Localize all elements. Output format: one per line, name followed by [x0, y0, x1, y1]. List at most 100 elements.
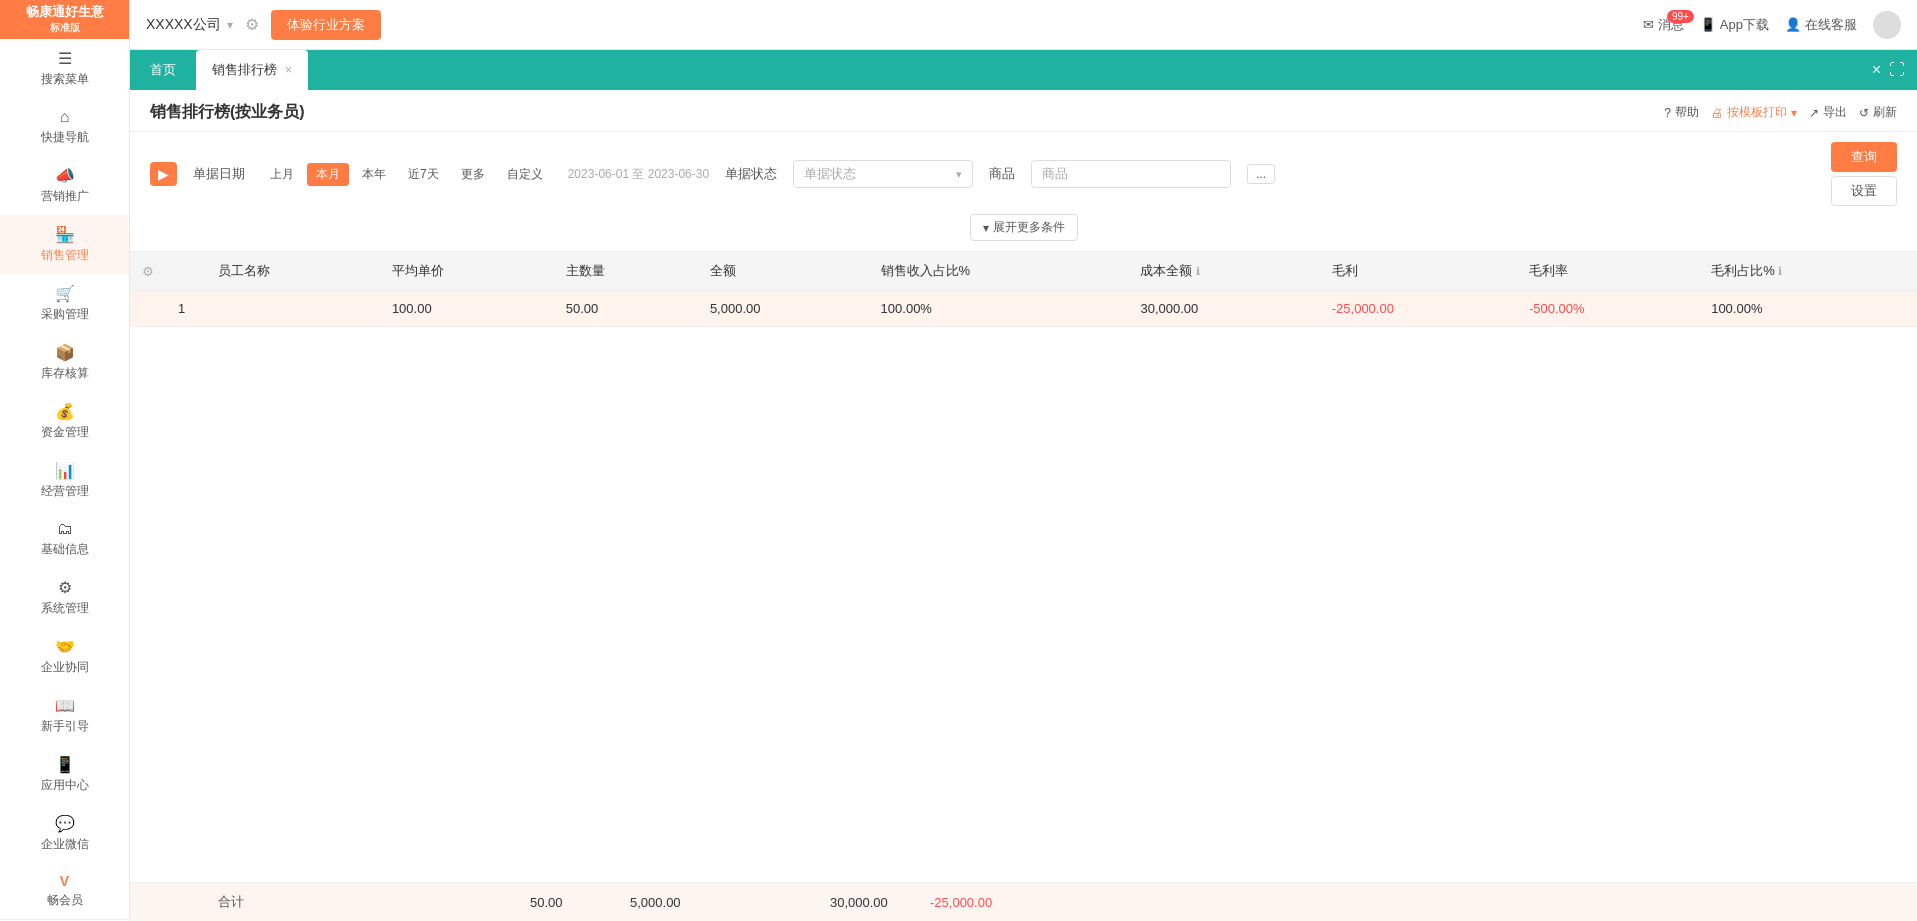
table-header: ⚙ 员工名称 平均单价 主数量 全额: [130, 252, 1917, 291]
user-avatar[interactable]: [1873, 11, 1901, 39]
help-button[interactable]: ? 帮助: [1664, 104, 1699, 121]
data-table: ⚙ 员工名称 平均单价 主数量 全额: [130, 252, 1917, 327]
th-rank: [166, 252, 206, 291]
sidebar-item-member[interactable]: V 畅会员: [0, 863, 129, 919]
page-header: 销售排行榜(按业务员) ? 帮助 🖨 按模板打印 ▾ ↗ 导出 ↺ 刷新: [130, 90, 1917, 132]
date-btn-more[interactable]: 更多: [452, 163, 494, 186]
tab-sales-ranking[interactable]: 销售排行榜 ×: [196, 50, 308, 90]
refresh-button[interactable]: ↺ 刷新: [1859, 104, 1897, 121]
app-center-icon: 📱: [55, 755, 75, 774]
settings-button[interactable]: 设置: [1831, 176, 1897, 206]
date-btn-current-month[interactable]: 本月: [307, 163, 349, 186]
refresh-icon: ↺: [1859, 106, 1869, 120]
sidebar-item-label: 基础信息: [41, 541, 89, 558]
th-gross-rate: 毛利率: [1517, 252, 1699, 291]
sidebar-item-enterprise[interactable]: 🤝 企业协同: [0, 627, 129, 686]
logo-title: 畅康通好生意: [26, 4, 104, 21]
query-button[interactable]: 查询: [1831, 142, 1897, 172]
tab-maximize-icon[interactable]: ⛶: [1889, 61, 1905, 79]
filter-row: ▶ 单据日期 上月 本月 本年 近7天 更多 自定义 2023-06-01 至 …: [150, 142, 1897, 206]
message-button[interactable]: ✉ 消息 99+: [1643, 16, 1684, 34]
date-btn-this-year[interactable]: 本年: [353, 163, 395, 186]
date-btn-last-month[interactable]: 上月: [261, 163, 303, 186]
filter-expand-row: ▾ 展开更多条件: [150, 214, 1897, 241]
sidebar-item-label: 畅会员: [47, 892, 83, 909]
sidebar-item-label: 搜索菜单: [41, 71, 89, 88]
topbar-settings-icon[interactable]: ⚙: [245, 15, 259, 34]
sidebar-item-app-center[interactable]: 📱 应用中心: [0, 745, 129, 804]
status-select-value: 单据状态: [804, 165, 856, 183]
th-gross-pct: 毛利占比% ℹ: [1699, 252, 1917, 291]
sidebar: 畅康通好生意 标准版 ☰ 搜索菜单 ⌂ 快捷导航 📣 营销推广 🏪 销售管理 🛒…: [0, 0, 130, 921]
td-amount: 5,000.00: [698, 291, 869, 327]
tab-home[interactable]: 首页: [130, 50, 196, 90]
filter-expand-arrow[interactable]: ▶: [150, 162, 177, 186]
sidebar-item-label: 资金管理: [41, 424, 89, 441]
sales-icon: 🏪: [55, 225, 75, 244]
page-actions: ? 帮助 🖨 按模板打印 ▾ ↗ 导出 ↺ 刷新: [1664, 104, 1897, 121]
expand-conditions-btn[interactable]: ▾ 展开更多条件: [970, 214, 1078, 241]
export-button[interactable]: ↗ 导出: [1809, 104, 1847, 121]
topbar-right: ✉ 消息 99+ 📱 App下载 👤 在线客服: [1643, 11, 1901, 39]
date-btn-custom[interactable]: 自定义: [498, 163, 552, 186]
enterprise-icon: 🤝: [55, 637, 75, 656]
goods-input[interactable]: 商品: [1031, 160, 1231, 188]
sidebar-item-search-order[interactable]: ☰ 搜索菜单: [0, 39, 129, 98]
print-button[interactable]: 🖨 按模板打印 ▾: [1711, 104, 1797, 121]
sidebar-item-label: 新手引导: [41, 718, 89, 735]
sidebar-item-marketing[interactable]: 📣 营销推广: [0, 156, 129, 215]
sidebar-item-quick-nav[interactable]: ⌂ 快捷导航: [0, 98, 129, 156]
company-chevron-icon: ▾: [227, 18, 233, 32]
sidebar-item-system[interactable]: ⚙ 系统管理: [0, 568, 129, 627]
help-icon: ?: [1664, 106, 1671, 120]
message-icon: ✉: [1643, 17, 1654, 32]
print-icon: 🖨: [1711, 106, 1723, 120]
td-sales-pct: 100.00%: [869, 291, 1129, 327]
tab-close-window-icon[interactable]: ×: [1872, 61, 1881, 79]
inventory-icon: 📦: [55, 343, 75, 362]
message-badge: 99+: [1667, 10, 1694, 23]
sidebar-item-guide[interactable]: 📖 新手引导: [0, 686, 129, 745]
company-name: XXXXX公司: [146, 16, 221, 34]
footer-amount: 5,000.00: [618, 895, 718, 910]
expand-icon: ▾: [983, 221, 989, 235]
topbar: XXXXX公司 ▾ ⚙ 体验行业方案 ✉ 消息 99+ 📱 App下载 👤 在线…: [130, 0, 1917, 50]
base-info-icon: 🗂: [57, 520, 73, 538]
operations-icon: 📊: [55, 461, 75, 480]
status-label: 单据状态: [725, 165, 777, 183]
status-select[interactable]: 单据状态 ▾: [793, 160, 973, 188]
page-title: 销售排行榜(按业务员): [150, 102, 305, 123]
td-settings: [130, 291, 166, 327]
sidebar-item-base-info[interactable]: 🗂 基础信息: [0, 510, 129, 568]
sidebar-item-sales[interactable]: 🏪 销售管理: [0, 215, 129, 274]
sidebar-item-finance[interactable]: 💰 资金管理: [0, 392, 129, 451]
tab-close-icon[interactable]: ×: [285, 63, 292, 77]
system-icon: ⚙: [58, 578, 72, 597]
th-avg-price: 平均单价: [380, 252, 554, 291]
date-buttons: 上月 本月 本年 近7天 更多 自定义: [261, 163, 552, 186]
trial-button[interactable]: 体验行业方案: [271, 10, 381, 40]
company-selector[interactable]: XXXXX公司 ▾: [146, 16, 233, 34]
sidebar-item-operations[interactable]: 📊 经营管理: [0, 451, 129, 510]
column-settings-icon[interactable]: ⚙: [142, 264, 154, 279]
td-gross-rate: -500.00%: [1517, 291, 1699, 327]
cost-info-icon: ℹ: [1196, 265, 1200, 277]
tab-label: 销售排行榜: [212, 61, 277, 79]
footer-qty: 50.00: [518, 895, 618, 910]
print-chevron-icon: ▾: [1791, 106, 1797, 120]
online-support-button[interactable]: 👤 在线客服: [1785, 16, 1857, 34]
status-chevron-icon: ▾: [956, 168, 962, 181]
sidebar-item-label: 采购管理: [41, 306, 89, 323]
table-row: 1 100.00 50.00 5,000.00: [130, 291, 1917, 327]
filter-action-btns: 查询 设置: [1831, 142, 1897, 206]
sidebar-item-inventory[interactable]: 📦 库存核算: [0, 333, 129, 392]
app-download-button[interactable]: 📱 App下载: [1700, 16, 1769, 34]
more-filters-btn[interactable]: ...: [1247, 164, 1275, 184]
sidebar-item-wechat[interactable]: 💬 企业微信: [0, 804, 129, 863]
support-icon: 👤: [1785, 17, 1801, 32]
date-btn-7days[interactable]: 近7天: [399, 163, 448, 186]
th-name: 员工名称: [206, 252, 380, 291]
finance-icon: 💰: [55, 402, 75, 421]
td-gross: -25,000.00: [1320, 291, 1517, 327]
sidebar-item-purchase[interactable]: 🛒 采购管理: [0, 274, 129, 333]
